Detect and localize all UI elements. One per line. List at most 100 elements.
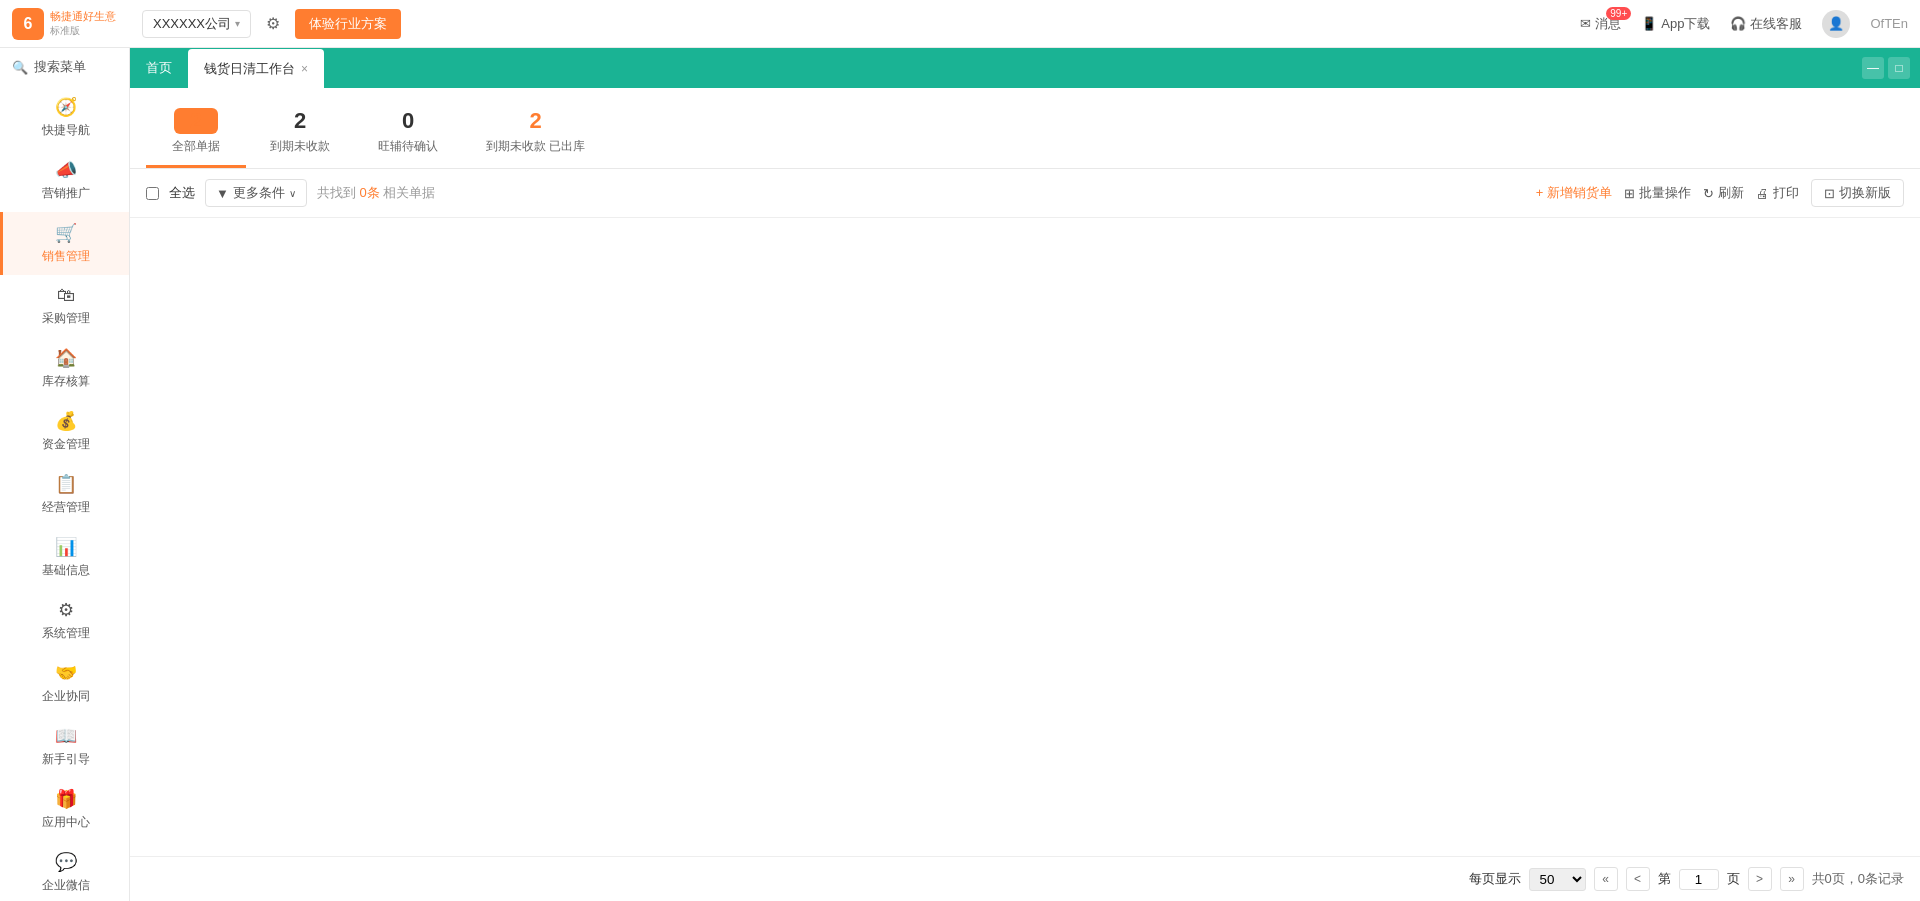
logo-icon: 6 bbox=[12, 8, 44, 40]
finance-icon: 💰 bbox=[55, 410, 77, 432]
batch-ops-icon: ⊞ bbox=[1624, 186, 1635, 201]
nav-tabs-bar: 首页 钱货日清工作台 × — □ bbox=[130, 48, 1920, 88]
stat-num-all: 2 bbox=[174, 108, 218, 134]
username-text: OfTEn bbox=[1870, 16, 1908, 31]
prev-page-button[interactable]: < bbox=[1626, 867, 1650, 891]
refresh-icon: ↻ bbox=[1703, 186, 1714, 201]
online-service-button[interactable]: 🎧 在线客服 bbox=[1730, 15, 1802, 33]
company-selector[interactable]: XXXXXX公司 ▾ bbox=[142, 10, 251, 38]
stat-label-shipped: 到期未收款 已出库 bbox=[486, 138, 585, 155]
sidebar-item-sales[interactable]: 🛒 销售管理 bbox=[0, 212, 129, 275]
sidebar-item-label: 系统管理 bbox=[42, 625, 90, 642]
batch-ops-button[interactable]: ⊞ 批量操作 bbox=[1624, 184, 1691, 202]
page-number-input[interactable] bbox=[1679, 869, 1719, 890]
settings-button[interactable]: ⚙ bbox=[259, 10, 287, 38]
logo-text: 畅捷通好生意 bbox=[50, 9, 116, 23]
tab-home-label: 首页 bbox=[146, 59, 172, 77]
sidebar-item-guide[interactable]: 📖 新手引导 bbox=[0, 715, 129, 778]
batch-ops-label: 批量操作 bbox=[1639, 184, 1691, 202]
app-download-icon: 📱 bbox=[1641, 16, 1657, 31]
stat-num-pending: 0 bbox=[386, 108, 430, 134]
sidebar-item-label: 销售管理 bbox=[42, 248, 90, 265]
base-info-icon: 📊 bbox=[55, 536, 77, 558]
select-all-label: 全选 bbox=[169, 184, 195, 202]
guide-icon: 📖 bbox=[55, 725, 77, 747]
system-icon: ⚙ bbox=[58, 599, 74, 621]
enterprise-icon: 🤝 bbox=[55, 662, 77, 684]
stat-tab-all[interactable]: 2 全部单据 bbox=[146, 100, 246, 168]
pagination-bar: 每页显示 50 100 200 « < 第 页 > » 共0页，0条记录 bbox=[130, 856, 1920, 901]
per-page-label: 每页显示 bbox=[1469, 870, 1521, 888]
more-filter-button[interactable]: ▼ 更多条件 ∨ bbox=[205, 179, 307, 207]
tab-work-bench-label: 钱货日清工作台 bbox=[204, 60, 295, 78]
per-page-select[interactable]: 50 100 200 bbox=[1529, 868, 1586, 891]
sidebar-item-marketing[interactable]: 📣 营销推广 bbox=[0, 149, 129, 212]
search-menu-item[interactable]: 🔍 搜索菜单 bbox=[0, 48, 129, 86]
service-icon: 🎧 bbox=[1730, 16, 1746, 31]
switch-icon: ⊡ bbox=[1824, 186, 1835, 201]
header-right: ✉ 消息 99+ 📱 App下载 🎧 在线客服 👤 OfTEn bbox=[1580, 10, 1908, 38]
stat-label-overdue: 到期未收款 bbox=[270, 138, 330, 155]
add-sale-button[interactable]: + 新增销货单 bbox=[1536, 184, 1612, 202]
window-minimize-button[interactable]: — bbox=[1862, 57, 1884, 79]
found-count: 0条 bbox=[360, 185, 380, 200]
tab-home[interactable]: 首页 bbox=[130, 48, 188, 88]
gear-icon: ⚙ bbox=[266, 14, 280, 33]
stat-tab-overdue[interactable]: 2 到期未收款 bbox=[246, 100, 354, 168]
logo-area: 6 畅捷通好生意 标准版 bbox=[12, 8, 142, 40]
message-button[interactable]: ✉ 消息 99+ bbox=[1580, 15, 1621, 33]
app-download-label: App下载 bbox=[1661, 15, 1710, 33]
last-page-button[interactable]: » bbox=[1780, 867, 1804, 891]
close-tab-icon[interactable]: × bbox=[301, 62, 308, 76]
company-arrow-icon: ▾ bbox=[235, 18, 240, 29]
purchase-icon: 🛍 bbox=[57, 285, 75, 306]
quick-nav-icon: 🧭 bbox=[55, 96, 77, 118]
tab-work-bench[interactable]: 钱货日清工作台 × bbox=[188, 49, 324, 89]
sidebar-item-finance[interactable]: 💰 资金管理 bbox=[0, 400, 129, 463]
sidebar-item-base-info[interactable]: 📊 基础信息 bbox=[0, 526, 129, 589]
trial-button[interactable]: 体验行业方案 bbox=[295, 9, 401, 39]
sidebar-item-quick-nav[interactable]: 🧭 快捷导航 bbox=[0, 86, 129, 149]
inventory-icon: 🏠 bbox=[55, 347, 77, 369]
sidebar-item-purchase[interactable]: 🛍 采购管理 bbox=[0, 275, 129, 337]
table-area bbox=[130, 218, 1920, 856]
print-icon: 🖨 bbox=[1756, 186, 1769, 201]
next-page-button[interactable]: > bbox=[1748, 867, 1772, 891]
sales-icon: 🛒 bbox=[55, 222, 77, 244]
sidebar-item-inventory[interactable]: 🏠 库存核算 bbox=[0, 337, 129, 400]
refresh-label: 刷新 bbox=[1718, 184, 1744, 202]
app-center-icon: 🎁 bbox=[55, 788, 77, 810]
sidebar-item-app-center[interactable]: 🎁 应用中心 bbox=[0, 778, 129, 841]
stat-num-overdue: 2 bbox=[278, 108, 322, 134]
sidebar-item-enterprise[interactable]: 🤝 企业协同 bbox=[0, 652, 129, 715]
stat-tab-shipped[interactable]: 2 到期未收款 已出库 bbox=[462, 100, 609, 168]
select-all-checkbox[interactable] bbox=[146, 187, 159, 200]
app-download-button[interactable]: 📱 App下载 bbox=[1641, 15, 1710, 33]
avatar[interactable]: 👤 bbox=[1822, 10, 1850, 38]
found-suffix: 相关单据 bbox=[383, 185, 435, 200]
operations-icon: 📋 bbox=[55, 473, 77, 495]
username-area[interactable]: OfTEn bbox=[1870, 16, 1908, 31]
page-content: 2 全部单据 2 到期未收款 0 旺辅待确认 2 到期未收款 已出库 bbox=[130, 88, 1920, 901]
filter-arrow-icon: ∨ bbox=[289, 188, 296, 199]
sidebar-item-operations[interactable]: 📋 经营管理 bbox=[0, 463, 129, 526]
search-icon: 🔍 bbox=[12, 60, 28, 75]
stat-tab-pending[interactable]: 0 旺辅待确认 bbox=[354, 100, 462, 168]
sidebar-item-label: 营销推广 bbox=[42, 185, 90, 202]
avatar-icon: 👤 bbox=[1828, 16, 1844, 31]
print-button[interactable]: 🖨 打印 bbox=[1756, 184, 1799, 202]
refresh-button[interactable]: ↻ 刷新 bbox=[1703, 184, 1744, 202]
sidebar-item-weixin[interactable]: 💬 企业微信 bbox=[0, 841, 129, 901]
pagination-total: 共0页，0条记录 bbox=[1812, 870, 1904, 888]
sidebar-item-label: 快捷导航 bbox=[42, 122, 90, 139]
sidebar-item-label: 基础信息 bbox=[42, 562, 90, 579]
switch-version-button[interactable]: ⊡ 切换新版 bbox=[1811, 179, 1904, 207]
page-label: 页 bbox=[1727, 870, 1740, 888]
sidebar-item-system[interactable]: ⚙ 系统管理 bbox=[0, 589, 129, 652]
window-maximize-button[interactable]: □ bbox=[1888, 57, 1910, 79]
sidebar-item-label: 企业微信 bbox=[42, 877, 90, 894]
sidebar-item-label: 应用中心 bbox=[42, 814, 90, 831]
sidebar-item-label: 新手引导 bbox=[42, 751, 90, 768]
message-badge: 99+ bbox=[1606, 7, 1631, 20]
first-page-button[interactable]: « bbox=[1594, 867, 1618, 891]
